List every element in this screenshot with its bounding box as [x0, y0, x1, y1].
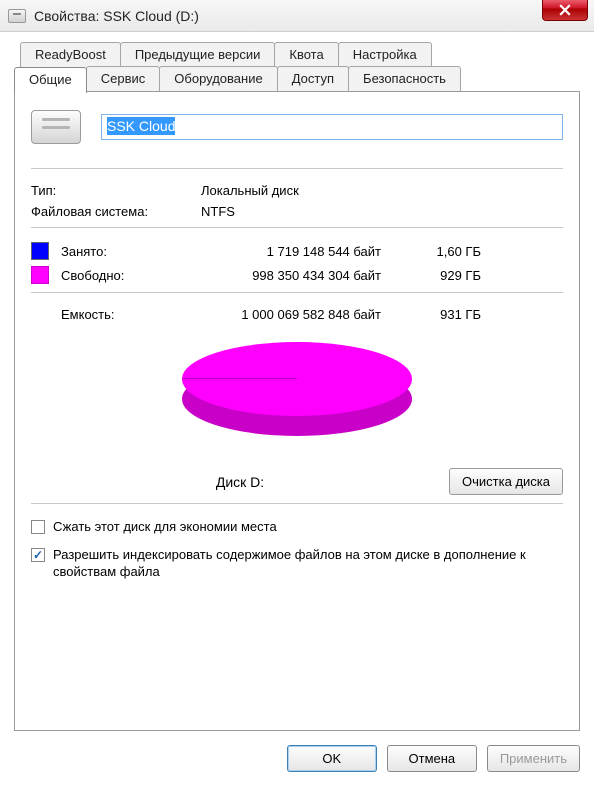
title-bar: Свойства: SSK Cloud (D:) — [0, 0, 594, 32]
compress-label: Сжать этот диск для экономии места — [53, 518, 277, 536]
index-checkbox[interactable] — [31, 548, 45, 562]
tab-quota[interactable]: Квота — [274, 42, 338, 67]
volume-name-value: SSK Cloud — [107, 117, 175, 135]
cancel-button[interactable]: Отмена — [387, 745, 477, 772]
ok-button[interactable]: OK — [287, 745, 377, 772]
window-title: Свойства: SSK Cloud (D:) — [34, 8, 199, 24]
separator — [31, 168, 563, 169]
used-color-swatch — [31, 242, 49, 260]
type-label: Тип: — [31, 183, 201, 198]
used-human: 1,60 ГБ — [381, 244, 481, 259]
tab-tools[interactable]: Сервис — [86, 66, 161, 92]
disk-cleanup-button[interactable]: Очистка диска — [449, 468, 563, 495]
free-human: 929 ГБ — [381, 268, 481, 283]
filesystem-value: NTFS — [201, 204, 235, 219]
volume-name-input[interactable]: SSK Cloud — [101, 114, 563, 140]
close-icon — [559, 4, 571, 16]
usage-pie-chart — [182, 334, 412, 454]
tab-previous-versions[interactable]: Предыдущие версии — [120, 42, 276, 67]
separator — [31, 503, 563, 504]
tab-hardware[interactable]: Оборудование — [159, 66, 277, 92]
capacity-human: 931 ГБ — [381, 307, 481, 322]
separator — [31, 292, 563, 293]
used-label: Занято: — [61, 244, 181, 259]
tab-general[interactable]: Общие — [14, 67, 87, 93]
dialog-button-row: OK Отмена Применить — [0, 739, 594, 782]
free-label: Свободно: — [61, 268, 181, 283]
drive-large-icon — [31, 110, 81, 144]
filesystem-label: Файловая система: — [31, 204, 201, 219]
close-button[interactable] — [542, 0, 588, 21]
capacity-bytes: 1 000 069 582 848 байт — [181, 307, 381, 322]
tab-sharing[interactable]: Доступ — [277, 66, 349, 92]
free-bytes: 998 350 434 304 байт — [181, 268, 381, 283]
compress-checkbox[interactable] — [31, 520, 45, 534]
drive-icon — [8, 9, 26, 23]
tab-panel-general: SSK Cloud Тип: Локальный диск Файловая с… — [14, 91, 580, 731]
index-label: Разрешить индексировать содержимое файло… — [53, 546, 563, 581]
tab-readyboost[interactable]: ReadyBoost — [20, 42, 121, 67]
apply-button[interactable]: Применить — [487, 745, 580, 772]
separator — [31, 227, 563, 228]
disk-label: Диск D: — [31, 474, 449, 490]
type-value: Локальный диск — [201, 183, 299, 198]
free-color-swatch — [31, 266, 49, 284]
tab-strip: ReadyBoost Предыдущие версии Квота Настр… — [14, 42, 580, 731]
tab-customize[interactable]: Настройка — [338, 42, 432, 67]
tab-security[interactable]: Безопасность — [348, 66, 461, 92]
capacity-label: Емкость: — [31, 307, 181, 322]
used-bytes: 1 719 148 544 байт — [181, 244, 381, 259]
